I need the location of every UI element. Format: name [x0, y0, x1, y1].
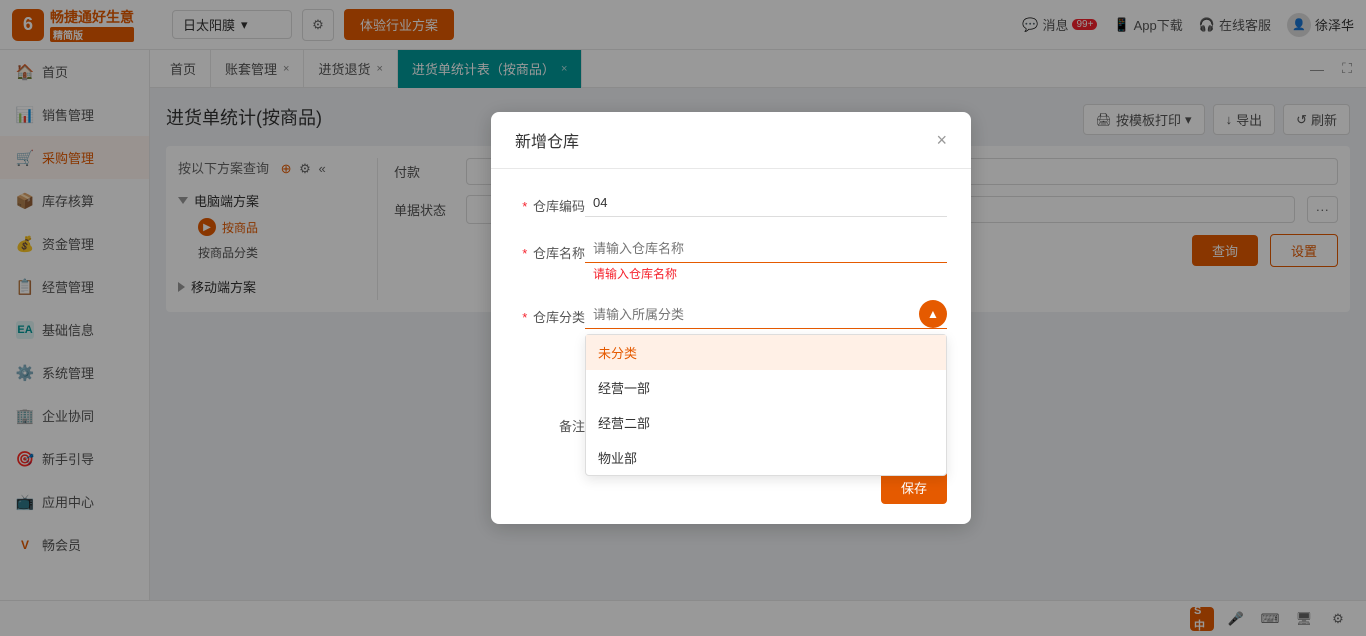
category-dropdown: ▲ 未分类 经营一部 经营二部 物业部: [585, 300, 947, 329]
modal-row-name: * 仓库名称 请输入仓库名称: [515, 235, 947, 282]
dropdown-item-property[interactable]: 物业部: [586, 440, 946, 475]
modal-row-code: * 仓库编码: [515, 189, 947, 217]
required-mark3: *: [522, 310, 527, 325]
category-input-wrapper: ▲: [585, 300, 947, 329]
new-warehouse-modal: 新增仓库 × * 仓库编码 * 仓库名称 请输入仓库名称: [491, 112, 971, 524]
dropdown-item-uncategorized[interactable]: 未分类: [586, 335, 946, 370]
required-mark2: *: [522, 246, 527, 261]
note-label: 备注: [515, 409, 585, 435]
code-label: * 仓库编码: [515, 189, 585, 215]
category-dropdown-list: 未分类 经营一部 经营二部 物业部: [585, 334, 947, 476]
warehouse-name-input[interactable]: [585, 235, 947, 263]
dropdown-chevron-button[interactable]: ▲: [919, 300, 947, 328]
dropdown-item-ops1[interactable]: 经营一部: [586, 370, 946, 405]
modal-row-category: * 仓库分类 ▲ 未分类 经营一部 经营二部 物业部: [515, 300, 947, 329]
modal-title: 新增仓库: [515, 128, 579, 152]
modal-body: * 仓库编码 * 仓库名称 请输入仓库名称 * 仓库分类: [491, 169, 971, 463]
warehouse-code-input[interactable]: [585, 189, 947, 217]
modal-header: 新增仓库 ×: [491, 112, 971, 169]
modal-close-button[interactable]: ×: [936, 130, 947, 151]
category-input[interactable]: [585, 301, 919, 328]
dropdown-item-ops2[interactable]: 经营二部: [586, 405, 946, 440]
name-error-message: 请输入仓库名称: [593, 265, 677, 282]
name-label: * 仓库名称: [515, 236, 585, 262]
required-mark: *: [522, 199, 527, 214]
category-label: * 仓库分类: [515, 300, 585, 326]
